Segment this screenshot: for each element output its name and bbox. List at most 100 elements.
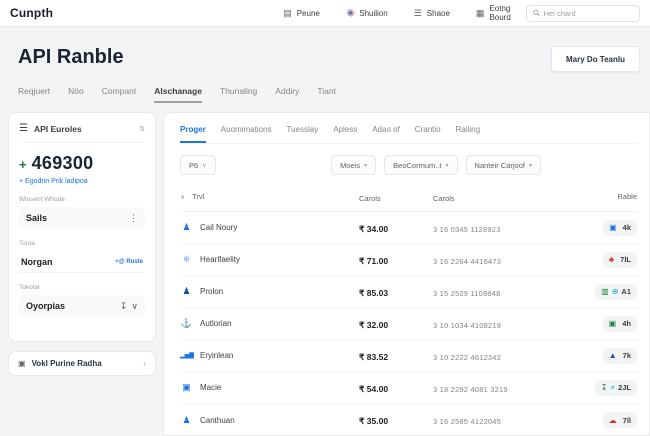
download-icon[interactable]: ↧	[120, 301, 128, 312]
badge-label: 2JL	[618, 383, 631, 392]
select-value: BeoCormum..t	[393, 160, 442, 170]
menu-icon: ☰	[413, 7, 422, 18]
tab-apless[interactable]: Apless	[333, 125, 357, 143]
tab-adao-of[interactable]: Adao of	[372, 125, 400, 143]
add-link[interactable]: + Egodrin Prik ladipoa	[19, 178, 145, 185]
row-name: Eryinlean	[200, 351, 234, 360]
tab-auomimations[interactable]: Auomimations	[221, 125, 272, 143]
column-header-carols-2[interactable]: Carols	[433, 194, 455, 203]
select-value: Nanteir Carjoof	[474, 160, 525, 170]
table-row[interactable]: ⚓ Autlorian ₹ 32.00 3 10 1034 4108219 ▣ 4…	[180, 308, 637, 340]
row-icon: ❄	[182, 254, 191, 264]
table-row[interactable]: ♟ Cail Noury ₹ 34.00 3 16 0345 1128923 ▣…	[180, 212, 637, 244]
row-code: 3 15 2529 1109848	[433, 288, 501, 298]
chevron-down-icon: ∨	[202, 162, 207, 169]
tab-railing[interactable]: Railing	[456, 125, 480, 143]
badge-icon: ▲	[608, 351, 617, 360]
badge-label: 7ll	[622, 415, 631, 425]
hamburger-icon: ☰	[19, 123, 28, 134]
column-header-trvl[interactable]: Trvl	[192, 192, 204, 201]
tab-noo[interactable]: Nöo	[68, 86, 84, 103]
sidebar-footer-card[interactable]: ▣ Vokl Purine Radha ›	[8, 351, 156, 376]
table-header: ∨ Trvl Carols Carols Rable	[180, 182, 637, 212]
nav-item-eotng-bourd[interactable]: ▦ Eotng Bourd	[476, 4, 526, 22]
row-name: Autlorian	[200, 319, 232, 328]
mary-do-teanlu-button[interactable]: Mary Do Teanlu	[551, 46, 640, 72]
row-code: 3 16 0345 1128923	[433, 224, 501, 234]
status-badge: ↧ × 2JL	[594, 379, 637, 396]
tab-alschanage[interactable]: Alschanage	[154, 86, 202, 103]
nav-item-label: Peune	[296, 8, 320, 18]
row-price: ₹ 71.00	[359, 255, 389, 266]
tab-compant[interactable]: Compant	[102, 86, 137, 103]
badge-icon: ↧	[600, 383, 608, 392]
card-icon: ▣	[18, 359, 26, 368]
badge-icon: ▣	[608, 319, 617, 328]
nanteir-carjoof-dropdown[interactable]: Nanteir Carjoof ▾	[465, 155, 541, 175]
row-price: ₹ 35.00	[359, 416, 389, 426]
chevron-down-icon: ▾	[364, 162, 368, 169]
item-value: Sails	[26, 213, 48, 223]
column-header-carols-1[interactable]: Carols	[359, 194, 381, 203]
row-icon: ♟	[182, 286, 191, 296]
chevron-down-icon[interactable]: ∨	[131, 301, 138, 312]
page-title: API Ranble	[18, 46, 124, 68]
ruste-badge[interactable]: +@ Ruste	[115, 259, 143, 265]
nav-item-peune[interactable]: ▤ Peune	[283, 4, 320, 22]
sidebar-item-sails[interactable]: Sails ⋮	[19, 207, 145, 229]
collapse-icon[interactable]: ⇅	[139, 125, 145, 133]
search-box[interactable]	[525, 4, 640, 22]
spark-icon: ✳	[345, 7, 355, 19]
sidebar-panel: ☰ API Euroles ⇅ + 469300 + Egodrin Prik …	[8, 112, 156, 342]
row-icon: ♟	[182, 414, 191, 425]
table-row[interactable]: ♟ Canthuan ₹ 35.00 3 16 2585 4122045 ☁ 7l…	[180, 404, 637, 436]
moeis-dropdown[interactable]: Moeis ▾	[331, 155, 377, 175]
badge-icon-2: ×	[610, 383, 616, 392]
sidebar-item-oyorpias[interactable]: Oyorpias ↧ ∨	[19, 295, 145, 317]
badge-icon: ☁	[608, 415, 617, 425]
row-name: Hearlfaelity	[200, 255, 241, 264]
table-row[interactable]: ❄ Hearlfaelity ₹ 71.00 3 16 2264 4416473…	[180, 244, 637, 276]
row-code: 3 16 2585 4122045	[433, 417, 502, 426]
tab-addiry[interactable]: Addiry	[275, 86, 299, 103]
chevron-down-icon: ▾	[445, 162, 449, 169]
tab-reqjuert[interactable]: Reqjuert	[18, 86, 50, 103]
row-code: 3 10 2222 4612342	[433, 352, 502, 362]
row-name: Cail Noury	[200, 223, 238, 232]
tab-tuesslay[interactable]: Tuesslay	[286, 125, 318, 143]
page-size-value: P6	[189, 160, 199, 170]
search-input[interactable]	[543, 8, 633, 18]
row-name: Macie	[200, 383, 222, 392]
table-row[interactable]: ▣ Macie ₹ 54.00 3 18 2292 4081 3219 ↧ × 2J…	[180, 372, 637, 404]
status-badge: ▣ 4h	[602, 315, 637, 332]
nav-item-shaoe[interactable]: ☰ Shaoe	[414, 4, 450, 22]
page-size-dropdown[interactable]: P6 ∨	[180, 155, 216, 175]
tab-crantio[interactable]: Crantio	[415, 125, 441, 143]
sort-icon[interactable]: ∨	[180, 193, 185, 201]
table-row[interactable]: ▂▅▇ Eryinlean ₹ 83.52 3 10 2222 4612342 …	[180, 340, 637, 372]
list-icon: ▤	[283, 7, 292, 18]
tab-tiant[interactable]: Tiant	[317, 86, 336, 103]
kebab-menu-icon[interactable]: ⋮	[129, 213, 138, 224]
row-name: Prolon	[200, 287, 224, 296]
row-price: ₹ 34.00	[359, 223, 389, 234]
nav-item-shuilion[interactable]: ✳ Shuilion	[346, 4, 388, 22]
sidebar-title: API Euroles	[33, 123, 82, 134]
row-name: Canthuan	[200, 415, 235, 425]
sidebar-item-norgan[interactable]: Norgan +@ Ruste	[19, 251, 145, 273]
row-price: ₹ 85.03	[359, 287, 389, 298]
filter-bar: P6 ∨ Moeis ▾ BeoCormum..t ▾ Nanteir Carj…	[180, 154, 637, 176]
main-tabs: Proger Auomimations Tuesslay Apless Adao…	[180, 113, 637, 144]
section-label: Toota	[19, 240, 35, 247]
beocormum-dropdown[interactable]: BeoCormum..t ▾	[384, 155, 458, 175]
table-row[interactable]: ♟ Prolon ₹ 85.03 3 15 2529 1109848 ▥ ⊕ A1	[180, 276, 637, 308]
tab-proger[interactable]: Proger	[180, 125, 206, 143]
chevron-right-icon: ›	[143, 359, 146, 368]
filter-selects: Moeis ▾ BeoCormum..t ▾ Nanteir Carjoof ▾	[331, 155, 541, 175]
page-tabs: Reqjuert Nöo Compant Alschanage Thunalin…	[18, 86, 336, 103]
tab-thunaling[interactable]: Thunaling	[220, 86, 257, 103]
badge-label: 7k	[622, 351, 631, 360]
column-header-rable[interactable]: Rable	[617, 192, 637, 201]
row-icon: ♟	[182, 222, 191, 232]
nav-item-label: Shuilion	[359, 8, 388, 18]
